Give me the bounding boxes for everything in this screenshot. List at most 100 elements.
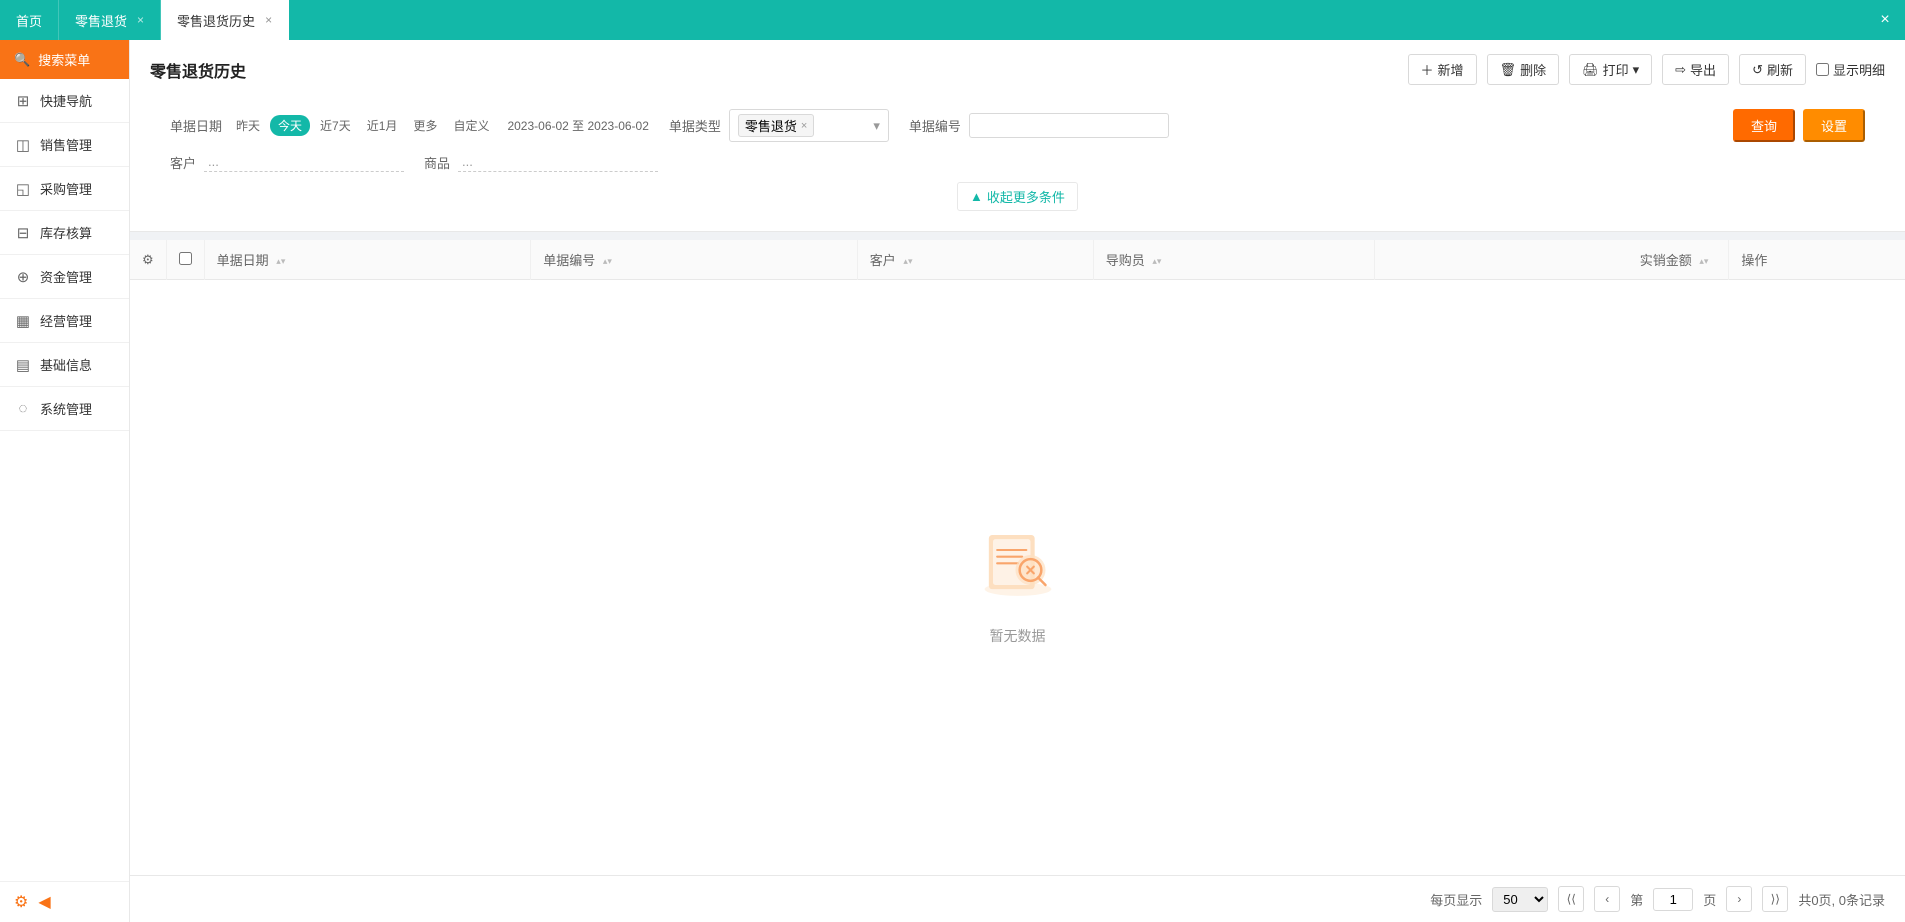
export-button[interactable]: ⇨ 导出 (1662, 54, 1729, 85)
system-mgmt-icon: ◌ (14, 400, 32, 418)
voucher-no-input[interactable] (969, 113, 1169, 138)
sidebar-item-sales-mgmt[interactable]: ◫ 销售管理 (0, 123, 129, 167)
date-opt-1month[interactable]: 近1月 (361, 115, 404, 136)
query-button[interactable]: 查询 (1733, 109, 1795, 142)
goods-placeholder: ... (462, 154, 473, 169)
sidebar-item-finance[interactable]: ⊕ 资金管理 (0, 255, 129, 299)
date-filter-label: 单据日期 (170, 116, 222, 135)
print-button[interactable]: 🖨 打印 ▾ (1569, 54, 1652, 85)
tab-list: 首页 零售退货 × 零售退货历史 × (0, 0, 1865, 40)
window-close-button[interactable]: × (1865, 0, 1905, 40)
settings-icon[interactable]: ⚙ (14, 892, 28, 912)
refresh-button[interactable]: ↺ 刷新 (1739, 54, 1806, 85)
sidebar-item-operations[interactable]: ▦ 经营管理 (0, 299, 129, 343)
pagination-bar: 每页显示 10 20 50 100 ⟨⟨ ‹ 第 页 › ⟩⟩ 共0页, 0条记… (130, 875, 1905, 922)
search-menu-button[interactable]: 🔍 搜索菜单 (0, 40, 129, 79)
tab-home[interactable]: 首页 (0, 0, 59, 40)
table-header-row: ⚙ 单据日期 ▴▾ 单据编号 ▴▾ (130, 240, 1905, 280)
new-button[interactable]: ＋ 新增 (1408, 54, 1477, 85)
empty-text: 暂无数据 (990, 626, 1046, 646)
inventory-icon: ⊟ (14, 224, 32, 242)
filter-area: 单据日期 昨天 今天 近7天 近1月 更多 自定义 2023-06-02 至 2… (150, 97, 1885, 231)
guide-sort-icon[interactable]: ▴▾ (1152, 257, 1161, 266)
sidebar-item-finance-label: 资金管理 (40, 267, 92, 286)
th-operation: 操作 (1729, 240, 1905, 280)
customer-placeholder: ... (208, 154, 219, 169)
th-amount: 实销金额 ▴▾ (1374, 240, 1728, 280)
voucher-no-sort-icon[interactable]: ▴▾ (603, 257, 612, 266)
export-label: 导出 (1690, 60, 1716, 79)
date-opt-more[interactable]: 更多 (407, 115, 443, 136)
last-page-button[interactable]: ⟩⟩ (1762, 886, 1788, 912)
sidebar-item-inventory[interactable]: ⊟ 库存核算 (0, 211, 129, 255)
voucher-type-select[interactable]: 零售退货 × ▾ (729, 109, 889, 142)
sales-mgmt-icon: ◫ (14, 136, 32, 154)
print-label: 打印 (1603, 60, 1629, 79)
table-settings-icon[interactable]: ⚙ (142, 252, 154, 267)
customer-filter: 客户 ... (170, 152, 404, 172)
th-guide: 导购员 ▴▾ (1093, 240, 1374, 280)
collapse-label: 收起更多条件 (987, 187, 1065, 206)
voucher-type-tag-close[interactable]: × (801, 120, 807, 132)
sidebar-item-system-mgmt[interactable]: ◌ 系统管理 (0, 387, 129, 431)
settings-filter-button[interactable]: 设置 (1803, 109, 1865, 142)
sidebar-item-purchase-mgmt-label: 采购管理 (40, 179, 92, 198)
refresh-label: 刷新 (1767, 60, 1793, 79)
sidebar-item-quick-nav[interactable]: ⊞ 快捷导航 (0, 79, 129, 123)
export-icon: ⇨ (1675, 62, 1686, 78)
empty-illustration (968, 510, 1068, 610)
page-number-input[interactable] (1653, 888, 1693, 911)
filter-action-buttons: 查询 设置 (1733, 109, 1865, 142)
customer-sort-icon[interactable]: ▴▾ (903, 257, 912, 266)
data-table: ⚙ 单据日期 ▴▾ 单据编号 ▴▾ (130, 240, 1905, 280)
show-detail-checkbox[interactable]: 显示明细 (1816, 60, 1885, 79)
prev-page-button[interactable]: ‹ (1594, 886, 1620, 912)
date-opt-yesterday[interactable]: 昨天 (230, 115, 266, 136)
first-page-button[interactable]: ⟨⟨ (1558, 886, 1584, 912)
content-area: 零售退货历史 ＋ 新增 🗑 删除 🖨 打印 ▾ (130, 40, 1905, 922)
th-setting[interactable]: ⚙ (130, 240, 166, 280)
next-page-button[interactable]: › (1726, 886, 1752, 912)
th-date: 单据日期 ▴▾ (204, 240, 531, 280)
table-container: ⚙ 单据日期 ▴▾ 单据编号 ▴▾ (130, 240, 1905, 875)
show-detail-input[interactable] (1816, 63, 1829, 76)
date-sort-icon[interactable]: ▴▾ (276, 257, 285, 266)
date-options: 昨天 今天 近7天 近1月 更多 自定义 (230, 115, 495, 136)
th-checkbox[interactable] (166, 240, 204, 280)
search-menu-label: 搜索菜单 (38, 50, 90, 69)
refresh-icon: ↺ (1752, 62, 1763, 78)
tab-retail-return[interactable]: 零售退货 × (59, 0, 161, 40)
collapse-button[interactable]: ▲ 收起更多条件 (957, 182, 1078, 211)
goods-input[interactable]: ... (458, 152, 658, 172)
collapse-sidebar-icon[interactable]: ◀ (38, 892, 50, 912)
tab-retail-return-history-close[interactable]: × (265, 13, 272, 27)
select-all-checkbox[interactable] (179, 252, 192, 265)
date-opt-custom[interactable]: 自定义 (447, 115, 495, 136)
sidebar-item-operations-label: 经营管理 (40, 311, 92, 330)
finance-icon: ⊕ (14, 268, 32, 286)
voucher-type-label: 单据类型 (669, 116, 721, 135)
page-title: 零售退货历史 (150, 58, 246, 82)
tab-retail-return-close[interactable]: × (137, 13, 144, 27)
amount-sort-icon[interactable]: ▴▾ (1699, 257, 1708, 266)
date-opt-today[interactable]: 今天 (270, 115, 310, 136)
main-layout: 🔍 搜索菜单 ⊞ 快捷导航 ◫ 销售管理 ◱ 采购管理 ⊟ 库存核算 ⊕ 资金管… (0, 40, 1905, 922)
new-label: 新增 (1438, 60, 1464, 79)
sidebar-item-basic-info[interactable]: ▤ 基础信息 (0, 343, 129, 387)
tab-retail-return-label: 零售退货 (75, 11, 127, 30)
date-filter: 单据日期 昨天 今天 近7天 近1月 更多 自定义 2023-06-02 至 2… (170, 115, 649, 136)
th-voucher-no: 单据编号 ▴▾ (531, 240, 858, 280)
search-icon: 🔍 (14, 52, 30, 68)
th-date-label: 单据日期 (217, 253, 269, 268)
delete-button[interactable]: 🗑 删除 (1487, 54, 1560, 85)
date-opt-7days[interactable]: 近7天 (314, 115, 357, 136)
page-size-select[interactable]: 10 20 50 100 (1492, 887, 1548, 912)
delete-icon: 🗑 (1500, 62, 1517, 78)
sidebar-item-purchase-mgmt[interactable]: ◱ 采购管理 (0, 167, 129, 211)
voucher-type-tag: 零售退货 × (738, 114, 814, 137)
quick-nav-icon: ⊞ (14, 92, 32, 110)
sidebar-bottom: ⚙ ◀ (0, 881, 129, 922)
tab-retail-return-history[interactable]: 零售退货历史 × (161, 0, 289, 40)
customer-input[interactable]: ... (204, 152, 404, 172)
page-size-label: 每页显示 (1430, 890, 1482, 909)
